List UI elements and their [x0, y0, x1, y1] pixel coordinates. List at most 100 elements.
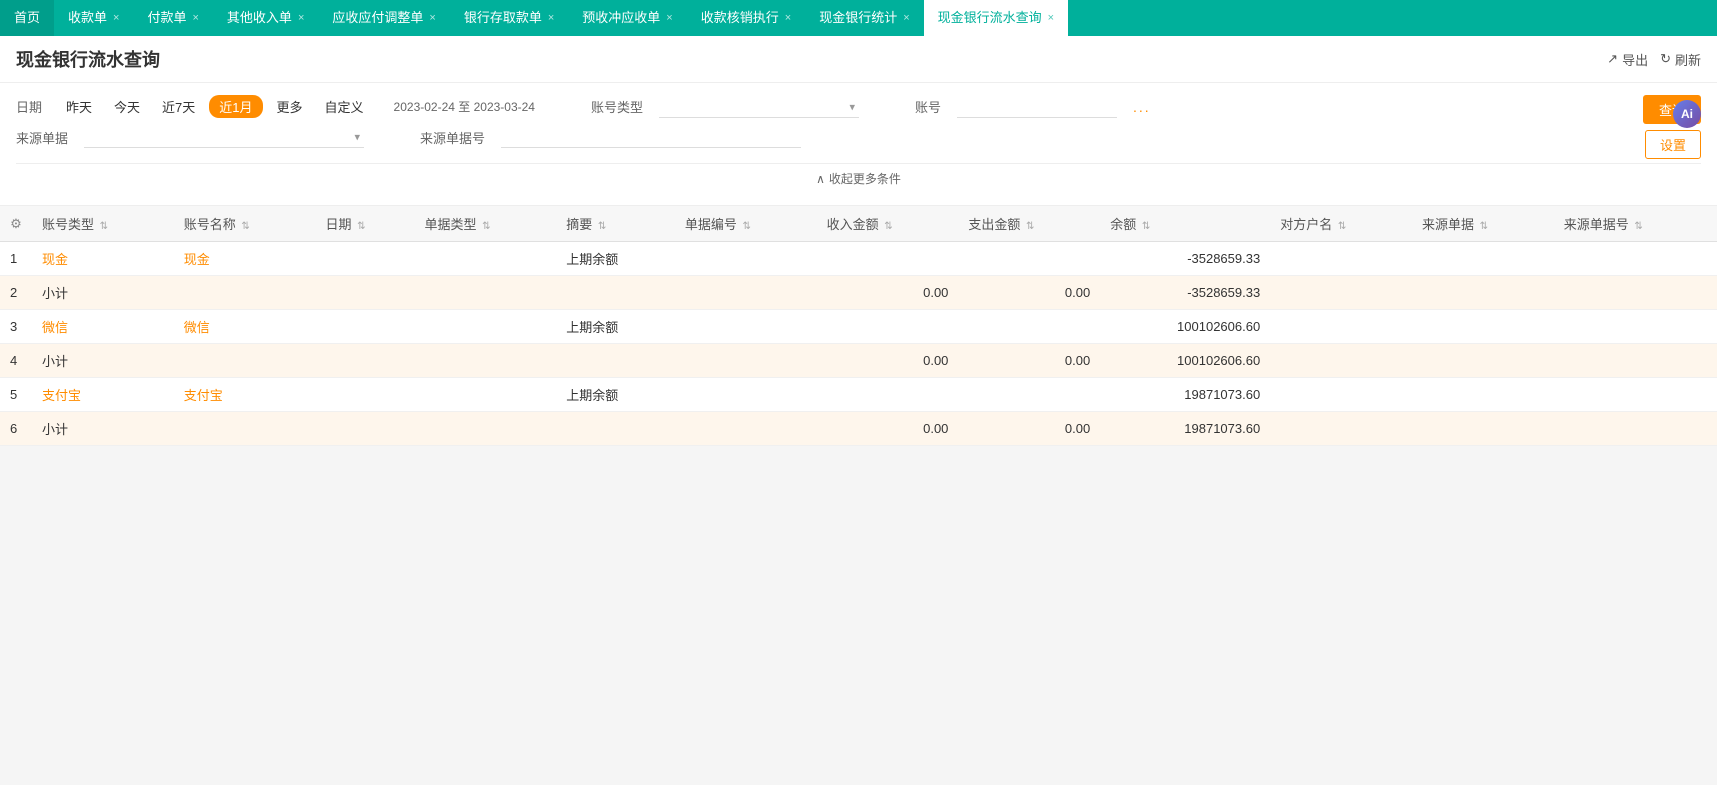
- refresh-button[interactable]: ↻ 刷新: [1660, 50, 1701, 69]
- table-cell: 0.00: [958, 276, 1100, 310]
- th-income[interactable]: 收入金额 ⇅: [817, 206, 959, 242]
- page-title: 现金银行流水查询: [16, 46, 160, 72]
- table-cell: [316, 412, 415, 446]
- collapse-bar[interactable]: ∧ 收起更多条件: [16, 163, 1701, 193]
- table-cell: [675, 412, 817, 446]
- table-cell: [1412, 378, 1554, 412]
- table-cell: 6: [0, 412, 32, 446]
- table-cell: 0.00: [817, 276, 959, 310]
- th-account-name[interactable]: 账号名称 ⇅: [174, 206, 316, 242]
- account-ellipsis-button[interactable]: ...: [1133, 99, 1151, 115]
- nav-item-首页[interactable]: 首页: [0, 0, 54, 36]
- nav-close-icon[interactable]: ×: [548, 0, 554, 36]
- table-cell: 1: [0, 242, 32, 276]
- account-label: 账号: [915, 97, 941, 116]
- table-cell: [675, 242, 817, 276]
- table-cell: [1270, 242, 1412, 276]
- nav-close-icon[interactable]: ×: [666, 0, 672, 36]
- table-cell: 小计: [32, 344, 174, 378]
- table-settings-icon[interactable]: ⚙: [0, 206, 32, 242]
- th-counterparty[interactable]: 对方户名 ⇅: [1270, 206, 1412, 242]
- table-cell: 0.00: [817, 412, 959, 446]
- table-cell: 微信: [32, 310, 174, 344]
- table-cell: 100102606.60: [1100, 310, 1270, 344]
- nav-close-icon[interactable]: ×: [113, 0, 119, 36]
- table-cell: 4: [0, 344, 32, 378]
- nav-item-应收应付调整单[interactable]: 应收应付调整单×: [318, 0, 449, 36]
- account-input[interactable]: [957, 96, 1117, 118]
- date-range: 2023-02-24 至 2023-03-24: [394, 98, 535, 115]
- nav-item-收款核销执行[interactable]: 收款核销执行×: [687, 0, 805, 36]
- table-cell: 2: [0, 276, 32, 310]
- nav-close-icon[interactable]: ×: [1048, 0, 1054, 36]
- nav-close-icon[interactable]: ×: [298, 0, 304, 36]
- date-option-近1月[interactable]: 近1月: [209, 95, 262, 118]
- table-cell: [1270, 310, 1412, 344]
- date-options: 昨天今天近7天近1月更多自定义: [58, 95, 372, 118]
- table-cell: [1554, 412, 1717, 446]
- th-account-type[interactable]: 账号类型 ⇅: [32, 206, 174, 242]
- date-option-近7天[interactable]: 近7天: [154, 95, 203, 118]
- table-cell: [1554, 242, 1717, 276]
- nav-item-现金银行统计[interactable]: 现金银行统计×: [805, 0, 923, 36]
- th-expense[interactable]: 支出金额 ⇅: [958, 206, 1100, 242]
- table-cell: [414, 412, 556, 446]
- source-doc-no-input[interactable]: [501, 126, 801, 148]
- ai-badge[interactable]: Ai: [1673, 100, 1701, 128]
- export-button[interactable]: ↗ 导出: [1607, 50, 1648, 69]
- table-body: 1现金现金上期余额-3528659.332小计0.000.00-3528659.…: [0, 242, 1717, 446]
- date-option-自定义[interactable]: 自定义: [317, 95, 372, 118]
- th-doc-no[interactable]: 单据编号 ⇅: [675, 206, 817, 242]
- data-table: ⚙ 账号类型 ⇅ 账号名称 ⇅ 日期 ⇅ 单据类型 ⇅ 摘要 ⇅ 单据编号 ⇅ …: [0, 206, 1717, 446]
- table-cell: [675, 276, 817, 310]
- th-source-doc[interactable]: 来源单据 ⇅: [1412, 206, 1554, 242]
- table-row: 5支付宝支付宝上期余额19871073.60: [0, 378, 1717, 412]
- table-cell: [675, 378, 817, 412]
- table-cell: [817, 310, 959, 344]
- source-doc-select[interactable]: [84, 126, 364, 148]
- nav-item-收款单[interactable]: 收款单×: [54, 0, 133, 36]
- table-cell: 0.00: [958, 412, 1100, 446]
- date-option-昨天[interactable]: 昨天: [58, 95, 100, 118]
- th-summary[interactable]: 摘要 ⇅: [556, 206, 675, 242]
- th-doc-type[interactable]: 单据类型 ⇅: [414, 206, 556, 242]
- table-cell: [817, 378, 959, 412]
- nav-close-icon[interactable]: ×: [192, 0, 198, 36]
- table-cell: [556, 412, 675, 446]
- table-row: 2小计0.000.00-3528659.33: [0, 276, 1717, 310]
- nav-item-预收冲应收单[interactable]: 预收冲应收单×: [568, 0, 686, 36]
- nav-close-icon[interactable]: ×: [785, 0, 791, 36]
- table-cell: [556, 276, 675, 310]
- th-source-doc-no[interactable]: 来源单据号 ⇅: [1554, 206, 1717, 242]
- table-cell: -3528659.33: [1100, 276, 1270, 310]
- source-doc-no-label: 来源单据号: [420, 128, 485, 147]
- settings-button[interactable]: 设置: [1645, 130, 1701, 159]
- nav-item-付款单[interactable]: 付款单×: [133, 0, 212, 36]
- nav-item-银行存取款单[interactable]: 银行存取款单×: [450, 0, 568, 36]
- th-balance[interactable]: 余额 ⇅: [1100, 206, 1270, 242]
- date-label: 日期: [16, 97, 42, 116]
- table-cell: [1554, 378, 1717, 412]
- table-row: 1现金现金上期余额-3528659.33: [0, 242, 1717, 276]
- nav-close-icon[interactable]: ×: [429, 0, 435, 36]
- account-type-select[interactable]: [659, 96, 859, 118]
- date-option-今天[interactable]: 今天: [106, 95, 148, 118]
- th-date[interactable]: 日期 ⇅: [316, 206, 415, 242]
- nav-item-现金银行流水查询[interactable]: 现金银行流水查询×: [924, 0, 1068, 36]
- filter-row-1: 日期 昨天今天近7天近1月更多自定义 2023-02-24 至 2023-03-…: [16, 95, 1643, 118]
- table-cell: [817, 242, 959, 276]
- nav-item-其他收入单[interactable]: 其他收入单×: [213, 0, 318, 36]
- table-cell: [316, 242, 415, 276]
- nav-item-label: 收款单: [68, 0, 107, 36]
- table-cell: 支付宝: [32, 378, 174, 412]
- table-cell: [414, 310, 556, 344]
- table-cell: 0.00: [958, 344, 1100, 378]
- table-cell: [174, 276, 316, 310]
- table-cell: 0.00: [817, 344, 959, 378]
- nav-close-icon[interactable]: ×: [903, 0, 909, 36]
- table-cell: 100102606.60: [1100, 344, 1270, 378]
- table-cell: [1412, 344, 1554, 378]
- table-header: ⚙ 账号类型 ⇅ 账号名称 ⇅ 日期 ⇅ 单据类型 ⇅ 摘要 ⇅ 单据编号 ⇅ …: [0, 206, 1717, 242]
- table-cell: 上期余额: [556, 242, 675, 276]
- date-option-更多[interactable]: 更多: [269, 95, 311, 118]
